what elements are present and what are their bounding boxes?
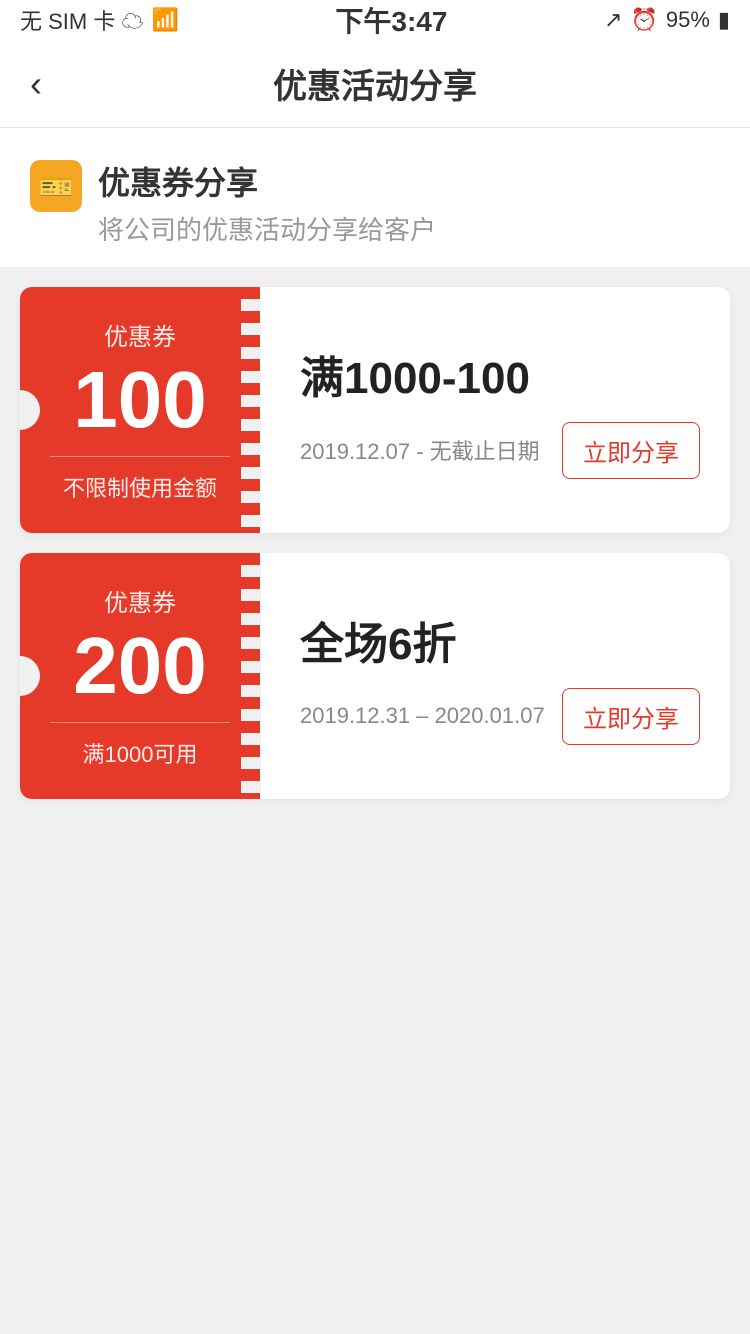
page-title: 优惠活动分享 xyxy=(273,59,477,108)
alarm-icon: ⏰ xyxy=(630,7,657,33)
section-subtitle: 将公司的优惠活动分享给客户 xyxy=(98,210,436,247)
coupon-card-2: 优惠券 200 满1000可用 全场6折 2019.12.31 – 2020.0… xyxy=(20,553,730,799)
coupon-divider-1 xyxy=(50,456,230,457)
location-icon: ↗ xyxy=(604,7,622,33)
wifi-icon: 📶 xyxy=(151,7,178,33)
share-button-1[interactable]: 立即分享 xyxy=(562,422,700,479)
coupon-date-2: 2019.12.31 – 2020.01.07 xyxy=(300,703,552,729)
coupon-condition-2: 满1000可用 xyxy=(83,737,198,769)
coupon-card-1: 优惠券 100 不限制使用金额 满1000-100 2019.12.07 - 无… xyxy=(20,287,730,533)
coupon-left-1: 优惠券 100 不限制使用金额 xyxy=(20,287,260,533)
coupon-label-2: 优惠券 xyxy=(104,583,176,618)
coupon-share-icon: 🎫 xyxy=(30,160,82,212)
coupon-divider-2 xyxy=(50,722,230,723)
sim-label: 无 SIM 卡 ☁ xyxy=(20,4,143,36)
section-text: 优惠券分享 将公司的优惠活动分享给客户 xyxy=(98,158,436,247)
coupon-label-1: 优惠券 xyxy=(104,317,176,352)
status-bar: 无 SIM 卡 ☁ 📶 下午3:47 ↗ ⏰ 95% ▮ xyxy=(0,0,750,40)
coupon-date-1: 2019.12.07 - 无截止日期 xyxy=(300,434,552,466)
coupon-left-2: 优惠券 200 满1000可用 xyxy=(20,553,260,799)
status-left: 无 SIM 卡 ☁ 📶 xyxy=(20,4,179,36)
coupon-name-2: 全场6折 xyxy=(300,608,700,672)
coupon-footer-1: 2019.12.07 - 无截止日期 立即分享 xyxy=(300,422,700,479)
status-time: 下午3:47 xyxy=(335,0,447,40)
share-button-2[interactable]: 立即分享 xyxy=(562,688,700,745)
back-button[interactable]: ‹ xyxy=(30,63,42,105)
coupon-name-1: 满1000-100 xyxy=(300,342,700,406)
section-title: 优惠券分享 xyxy=(98,158,436,204)
coupon-condition-1: 不限制使用金额 xyxy=(63,471,217,503)
nav-bar: ‹ 优惠活动分享 xyxy=(0,40,750,128)
battery-label: 95% xyxy=(666,7,710,33)
battery-icon: ▮ xyxy=(718,7,730,33)
section-header: 🎫 优惠券分享 将公司的优惠活动分享给客户 xyxy=(0,128,750,267)
bottom-spacer xyxy=(0,799,750,1299)
coupon-right-1: 满1000-100 2019.12.07 - 无截止日期 立即分享 xyxy=(260,287,730,533)
coupon-footer-2: 2019.12.31 – 2020.01.07 立即分享 xyxy=(300,688,700,745)
status-right: ↗ ⏰ 95% ▮ xyxy=(604,7,730,33)
coupon-right-2: 全场6折 2019.12.31 – 2020.01.07 立即分享 xyxy=(260,553,730,799)
coupon-amount-2: 200 xyxy=(73,626,206,706)
coupon-amount-1: 100 xyxy=(73,360,206,440)
coupon-list: 优惠券 100 不限制使用金额 满1000-100 2019.12.07 - 无… xyxy=(0,287,750,799)
